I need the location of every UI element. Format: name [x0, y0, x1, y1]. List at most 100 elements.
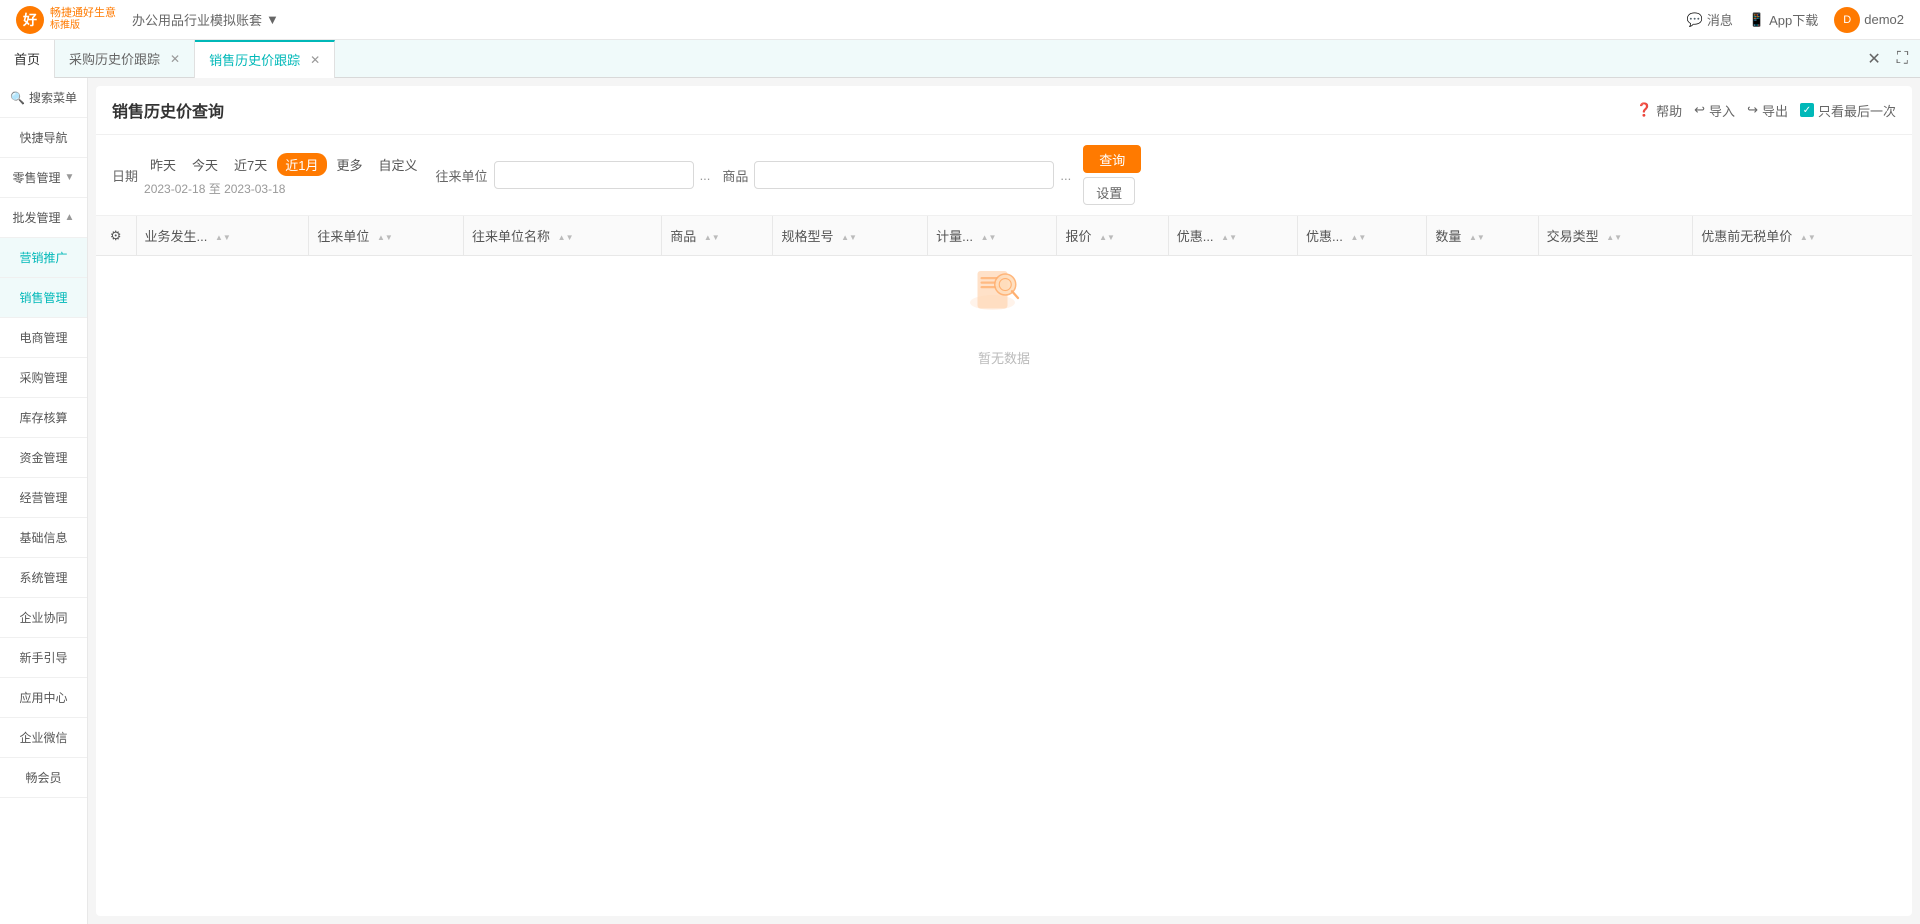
import-action[interactable]: ↩ 导入: [1694, 101, 1735, 120]
search-icon: 🔍: [10, 91, 25, 105]
message-icon: 💬: [1687, 12, 1703, 28]
close-all-tabs-button[interactable]: ✕: [1863, 45, 1884, 73]
sidebar-item-guide[interactable]: 新手引导: [0, 638, 87, 678]
goods-filter-group: 商品 ...: [722, 161, 1071, 189]
help-icon: ❓: [1636, 102, 1652, 118]
col-pretax-price[interactable]: 优惠前无税单价 ▲▼: [1693, 216, 1912, 256]
logo-icon: 好: [16, 6, 44, 34]
sort-trade-type-icon: ▲▼: [1606, 234, 1622, 242]
page-header-actions: ❓ 帮助 ↩ 导入 ↪ 导出 ✓ 只看最后一次: [1636, 101, 1896, 132]
settings-button[interactable]: 设置: [1083, 177, 1135, 205]
sidebar-item-member[interactable]: 畅会员: [0, 758, 87, 798]
page-title: 销售历史价查询: [112, 98, 224, 134]
sort-partner-name-icon: ▲▼: [558, 234, 574, 242]
table-container: ⚙ 业务发生... ▲▼ 往来单位 ▲▼ 往来单位名称: [96, 216, 1912, 916]
app-selector[interactable]: 办公用品行业模拟账套 ▼: [124, 6, 287, 33]
date-btn-today[interactable]: 今天: [186, 153, 224, 176]
sidebar-item-purchase[interactable]: 采购管理: [0, 358, 87, 398]
sidebar-item-app-center[interactable]: 应用中心: [0, 678, 87, 718]
header-right: 💬 消息 📱 App下载 D demo2: [1687, 7, 1904, 33]
logo-text: 畅捷通好生意 标推版: [50, 7, 116, 32]
only-last-checkbox[interactable]: ✓ 只看最后一次: [1800, 101, 1896, 120]
app-download-action[interactable]: 📱 App下载: [1749, 10, 1818, 29]
sidebar-item-corp-wechat[interactable]: 企业微信: [0, 718, 87, 758]
table-header-row: ⚙ 业务发生... ▲▼ 往来单位 ▲▼ 往来单位名称: [96, 216, 1912, 256]
filter-bar: 日期 昨天 今天 近7天 近1月 更多 自定义 2023-02-18 至 202…: [96, 135, 1912, 216]
col-spec[interactable]: 规格型号 ▲▼: [773, 216, 928, 256]
col-price[interactable]: 报价 ▲▼: [1057, 216, 1168, 256]
sidebar-item-enterprise[interactable]: 企业协同: [0, 598, 87, 638]
empty-state: 暂无数据: [96, 256, 1912, 367]
sidebar-item-sales-mgmt[interactable]: 销售管理: [0, 278, 87, 318]
user-action[interactable]: D demo2: [1834, 7, 1904, 33]
help-action[interactable]: ❓ 帮助: [1636, 101, 1682, 120]
checkbox-checked-icon: ✓: [1800, 103, 1814, 117]
expand-wholesale-icon: ▲: [65, 212, 75, 223]
goods-dots[interactable]: ...: [1060, 168, 1071, 183]
col-settings[interactable]: ⚙: [96, 216, 136, 256]
table-settings-icon[interactable]: ⚙: [110, 228, 122, 243]
maximize-button[interactable]: ⛶: [1893, 46, 1912, 72]
sidebar-item-search-menu[interactable]: 🔍 搜索菜单: [0, 78, 87, 118]
col-partner-code[interactable]: 往来单位 ▲▼: [309, 216, 464, 256]
tab-bar-actions: ✕ ⛶: [1863, 45, 1920, 73]
date-filter-group: 日期 昨天 今天 近7天 近1月 更多 自定义 2023-02-18 至 202…: [112, 153, 424, 197]
close-purchase-tab-button[interactable]: ✕: [170, 52, 180, 66]
col-quantity[interactable]: 数量 ▲▼: [1427, 216, 1538, 256]
sort-quantity-icon: ▲▼: [1469, 234, 1485, 242]
sidebar-item-base-info[interactable]: 基础信息: [0, 518, 87, 558]
col-trade-type[interactable]: 交易类型 ▲▼: [1538, 216, 1693, 256]
date-btn-1month[interactable]: 近1月: [277, 153, 326, 176]
goods-label: 商品: [722, 166, 748, 185]
close-sales-tab-button[interactable]: ✕: [310, 53, 320, 67]
sort-partner-code-icon: ▲▼: [377, 234, 393, 242]
export-action[interactable]: ↪ 导出: [1747, 101, 1788, 120]
content-area: 销售历史价查询 ❓ 帮助 ↩ 导入 ↪ 导出 ✓: [88, 78, 1920, 924]
col-goods[interactable]: 商品 ▲▼: [662, 216, 773, 256]
message-action[interactable]: 💬 消息: [1687, 10, 1733, 29]
col-discount-amt[interactable]: 优惠... ▲▼: [1298, 216, 1427, 256]
sort-pretax-price-icon: ▲▼: [1800, 234, 1816, 242]
date-filter: 昨天 今天 近7天 近1月 更多 自定义 2023-02-18 至 2023-0…: [144, 153, 424, 197]
expand-retail-icon: ▼: [65, 172, 75, 183]
date-btn-more[interactable]: 更多: [331, 153, 369, 176]
date-btn-yesterday[interactable]: 昨天: [144, 153, 182, 176]
col-unit[interactable]: 计量... ▲▼: [928, 216, 1057, 256]
sidebar-item-inventory[interactable]: 库存核算: [0, 398, 87, 438]
partner-label: 往来单位: [436, 166, 488, 185]
col-partner-name[interactable]: 往来单位名称 ▲▼: [464, 216, 662, 256]
sidebar-item-operations[interactable]: 经营管理: [0, 478, 87, 518]
goods-input[interactable]: [754, 161, 1054, 189]
tab-bar: 首页 采购历史价跟踪 ✕ 销售历史价跟踪 ✕ ✕ ⛶: [0, 40, 1920, 78]
import-icon: ↩: [1694, 102, 1705, 118]
sidebar-item-ecommerce[interactable]: 电商管理: [0, 318, 87, 358]
date-btn-7days[interactable]: 近7天: [228, 153, 273, 176]
data-table: ⚙ 业务发生... ▲▼ 往来单位 ▲▼ 往来单位名称: [96, 216, 1912, 256]
top-header: 好 畅捷通好生意 标推版 办公用品行业模拟账套 ▼ 💬 消息 📱 App下载 D…: [0, 0, 1920, 40]
date-range-display: 2023-02-18 至 2023-03-18: [144, 180, 424, 197]
tab-sales-history[interactable]: 销售历史价跟踪 ✕: [195, 40, 335, 78]
partner-dots[interactable]: ...: [700, 168, 711, 183]
tab-purchase-history[interactable]: 采购历史价跟踪 ✕: [55, 40, 195, 78]
sort-goods-icon: ▲▼: [704, 234, 720, 242]
partner-input[interactable]: [494, 161, 694, 189]
sort-spec-icon: ▲▼: [841, 234, 857, 242]
sidebar-item-system[interactable]: 系统管理: [0, 558, 87, 598]
col-biz-date[interactable]: 业务发生... ▲▼: [136, 216, 309, 256]
search-button[interactable]: 查询: [1083, 145, 1141, 173]
sidebar-item-retail-mgmt[interactable]: 零售管理 ▼: [0, 158, 87, 198]
action-buttons: 查询 设置: [1083, 145, 1141, 205]
tab-home[interactable]: 首页: [0, 40, 55, 78]
sidebar-item-quick-nav[interactable]: 快捷导航: [0, 118, 87, 158]
col-discount-rate[interactable]: 优惠... ▲▼: [1168, 216, 1297, 256]
download-icon: 📱: [1749, 12, 1765, 28]
sidebar-item-wholesale-mgmt[interactable]: 批发管理 ▲: [0, 198, 87, 238]
date-btn-custom[interactable]: 自定义: [373, 153, 424, 176]
empty-text: 暂无数据: [978, 348, 1030, 367]
sidebar: 🔍 搜索菜单 快捷导航 零售管理 ▼ 批发管理 ▲ 营销推广 销售管理 电商管理…: [0, 78, 88, 924]
empty-icon: [964, 256, 1044, 336]
sort-unit-icon: ▲▼: [981, 234, 997, 242]
sidebar-item-finance[interactable]: 资金管理: [0, 438, 87, 478]
sidebar-item-marketing[interactable]: 营销推广: [0, 238, 87, 278]
date-label: 日期: [112, 166, 138, 185]
